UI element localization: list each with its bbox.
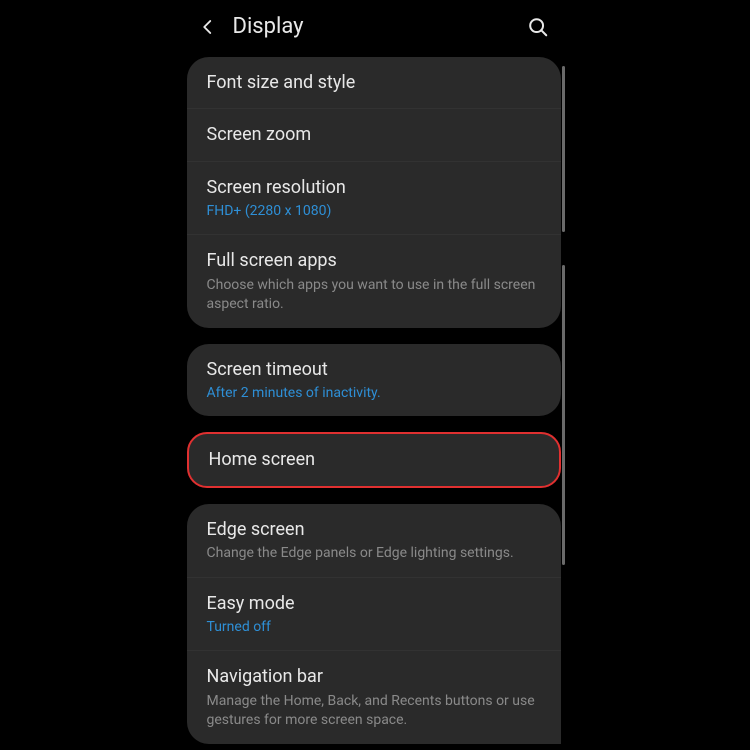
item-title: Font size and style xyxy=(207,71,541,94)
item-title: Screen zoom xyxy=(207,123,541,146)
item-full-screen-apps[interactable]: Full screen apps Choose which apps you w… xyxy=(187,235,561,327)
display-settings-screen: Display Font size and style Screen zoom … xyxy=(184,0,567,750)
settings-group-display: Font size and style Screen zoom Screen r… xyxy=(187,57,561,328)
page-title: Display xyxy=(233,14,511,39)
item-screen-timeout[interactable]: Screen timeout After 2 minutes of inacti… xyxy=(187,344,561,417)
settings-group-timeout: Screen timeout After 2 minutes of inacti… xyxy=(187,344,561,417)
item-title: Screen resolution xyxy=(207,176,541,199)
item-title: Home screen xyxy=(209,448,539,471)
item-screen-resolution[interactable]: Screen resolution FHD+ (2280 x 1080) xyxy=(187,162,561,236)
item-navigation-bar[interactable]: Navigation bar Manage the Home, Back, an… xyxy=(187,651,561,743)
item-value: After 2 minutes of inactivity. xyxy=(207,384,541,402)
settings-group-home-screen: Home screen xyxy=(187,432,561,487)
item-title: Full screen apps xyxy=(207,249,541,272)
item-title: Edge screen xyxy=(207,518,541,541)
settings-list: Font size and style Screen zoom Screen r… xyxy=(184,57,567,744)
item-value: Turned off xyxy=(207,618,541,636)
item-title: Easy mode xyxy=(207,592,541,615)
back-icon[interactable] xyxy=(199,18,217,36)
item-screen-zoom[interactable]: Screen zoom xyxy=(187,109,561,161)
item-home-screen[interactable]: Home screen xyxy=(189,434,559,485)
header-bar: Display xyxy=(184,0,567,57)
scrollbar-indicator[interactable] xyxy=(562,66,565,232)
item-font-size-style[interactable]: Font size and style xyxy=(187,57,561,109)
item-title: Screen timeout xyxy=(207,358,541,381)
item-edge-screen[interactable]: Edge screen Change the Edge panels or Ed… xyxy=(187,504,561,578)
settings-group-navigation: Edge screen Change the Edge panels or Ed… xyxy=(187,504,561,744)
item-description: Choose which apps you want to use in the… xyxy=(207,276,541,314)
item-description: Manage the Home, Back, and Recents butto… xyxy=(207,692,541,730)
item-title: Navigation bar xyxy=(207,665,541,688)
search-icon[interactable] xyxy=(527,16,549,38)
item-easy-mode[interactable]: Easy mode Turned off xyxy=(187,578,561,652)
item-value: FHD+ (2280 x 1080) xyxy=(207,202,541,220)
item-description: Change the Edge panels or Edge lighting … xyxy=(207,544,541,563)
scrollbar-indicator[interactable] xyxy=(562,265,565,565)
